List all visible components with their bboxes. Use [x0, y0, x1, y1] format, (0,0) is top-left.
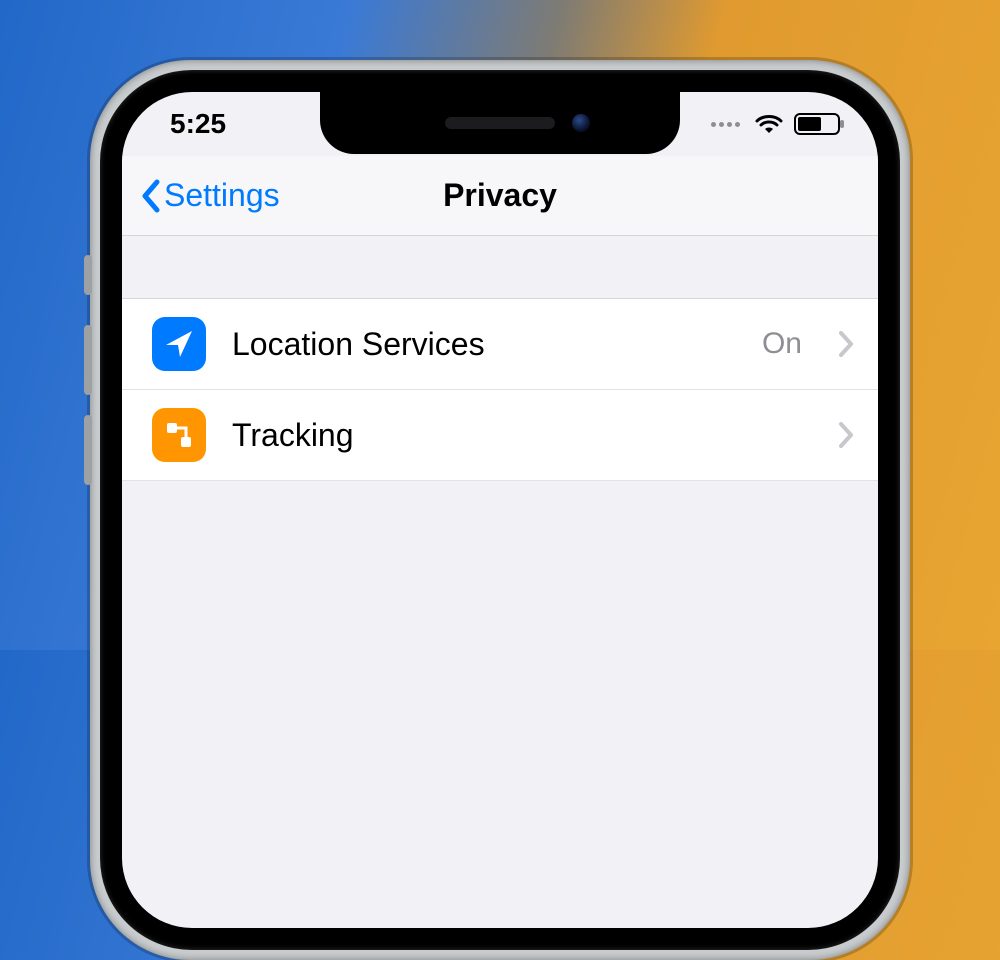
- tracking-row[interactable]: Tracking: [122, 390, 878, 481]
- back-button[interactable]: Settings: [140, 177, 280, 214]
- location-services-row[interactable]: Location Services On: [122, 299, 878, 390]
- battery-icon: [794, 113, 840, 135]
- volume-down-button: [84, 415, 92, 485]
- phone-bezel: 5:25: [100, 70, 900, 950]
- nav-bar: Settings Privacy: [122, 156, 878, 236]
- chevron-right-icon: [838, 421, 854, 449]
- status-time: 5:25: [170, 108, 226, 140]
- chevron-right-icon: [838, 330, 854, 358]
- cellular-dots-icon: [711, 122, 740, 127]
- volume-up-button: [84, 325, 92, 395]
- phone-frame: 5:25: [90, 60, 910, 960]
- speaker: [445, 117, 555, 129]
- row-value: On: [762, 327, 802, 361]
- notch: [320, 92, 680, 154]
- back-label: Settings: [164, 177, 280, 214]
- settings-list: Location Services On: [122, 298, 878, 481]
- screen: 5:25: [122, 92, 878, 928]
- section-spacer: [122, 236, 878, 298]
- row-label: Location Services: [232, 326, 736, 363]
- status-right: [711, 113, 840, 135]
- location-arrow-icon: [152, 317, 206, 371]
- tracking-icon: [152, 408, 206, 462]
- chevron-left-icon: [140, 178, 162, 214]
- mute-switch: [84, 255, 92, 295]
- row-label: Tracking: [232, 417, 776, 454]
- front-camera: [572, 114, 590, 132]
- wifi-icon: [754, 113, 784, 135]
